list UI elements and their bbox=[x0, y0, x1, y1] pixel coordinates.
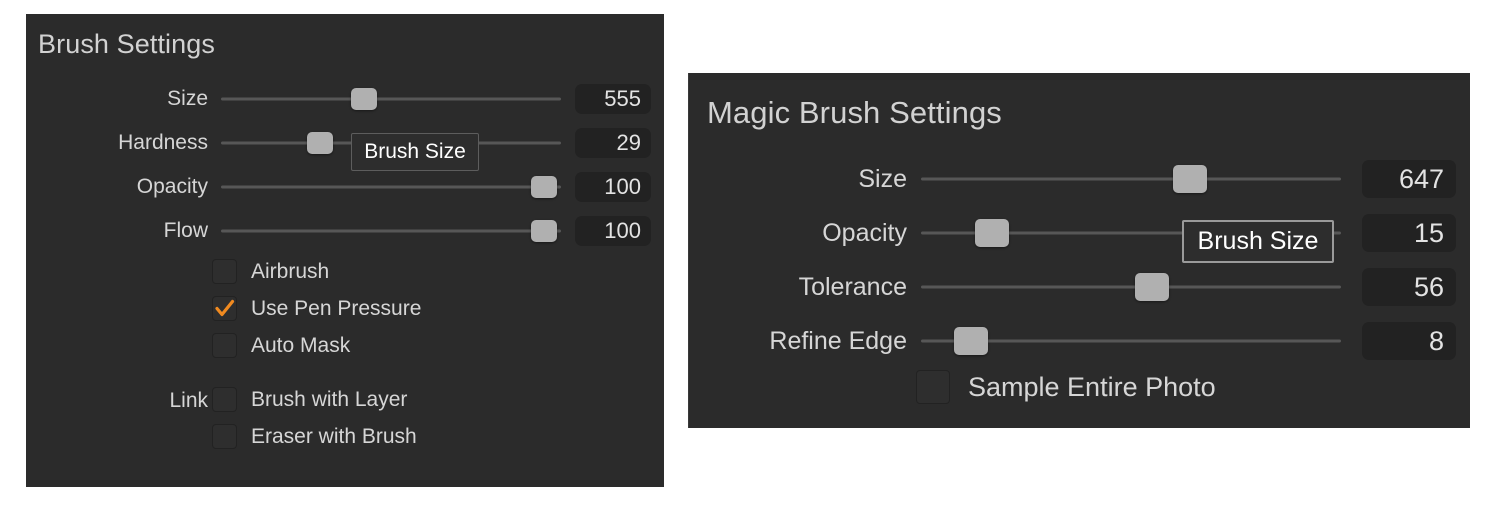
slider-track-flow[interactable] bbox=[221, 216, 561, 246]
checkbox-airbrush[interactable] bbox=[212, 259, 237, 284]
checkbox-label-auto-mask: Auto Mask bbox=[251, 333, 351, 357]
checkbox-sample-entire-photo[interactable] bbox=[916, 370, 950, 404]
brush-settings-panel: Brush Settings Size 555 Hardness 29 Opac… bbox=[26, 14, 664, 487]
checkbox-row-eraser-with-brush[interactable]: Eraser with Brush bbox=[212, 424, 417, 449]
slider-row-hardness: Hardness bbox=[38, 128, 561, 158]
slider-row-flow: Flow bbox=[38, 216, 561, 246]
checkbox-label-brush-with-layer: Brush with Layer bbox=[251, 387, 408, 411]
checkmark-icon bbox=[215, 299, 235, 317]
checkbox-label-sample-entire-photo: Sample Entire Photo bbox=[968, 371, 1216, 402]
slider-thumb-hardness[interactable] bbox=[306, 132, 333, 154]
slider-row-size: Size bbox=[38, 84, 561, 114]
checkbox-row-sample-entire-photo[interactable]: Sample Entire Photo bbox=[916, 370, 1216, 404]
checkbox-row-airbrush[interactable]: Airbrush bbox=[212, 259, 329, 284]
value-box-hardness[interactable]: 29 bbox=[575, 128, 651, 158]
slider-thumb-size[interactable] bbox=[350, 88, 377, 110]
slider-row-opacity: Opacity bbox=[38, 172, 561, 202]
brush-size-tooltip-right: Brush Size bbox=[1182, 220, 1334, 263]
magic-slider-row-size: Size bbox=[707, 162, 1341, 196]
magic-value-box-opacity[interactable]: 15 bbox=[1362, 214, 1456, 252]
checkbox-row-brush-with-layer[interactable]: Brush with Layer bbox=[212, 387, 407, 412]
magic-slider-track-fill-tolerance bbox=[921, 285, 1341, 289]
magic-slider-row-tolerance: Tolerance bbox=[707, 270, 1341, 304]
magic-slider-label-refine-edge: Refine Edge bbox=[769, 326, 907, 355]
checkbox-label-eraser-with-brush: Eraser with Brush bbox=[251, 424, 417, 448]
magic-value-box-tolerance[interactable]: 56 bbox=[1362, 268, 1456, 306]
value-box-size[interactable]: 555 bbox=[575, 84, 651, 114]
value-box-opacity[interactable]: 100 bbox=[575, 172, 651, 202]
slider-track-fill-size bbox=[221, 97, 561, 101]
checkbox-row-use-pen-pressure[interactable]: Use Pen Pressure bbox=[212, 296, 421, 321]
magic-slider-track-tolerance[interactable] bbox=[921, 270, 1341, 304]
magic-brush-settings-panel: Magic Brush Settings Size 647 Opacity 15… bbox=[688, 73, 1470, 428]
magic-slider-thumb-opacity[interactable] bbox=[975, 219, 1010, 247]
slider-label-flow: Flow bbox=[163, 219, 208, 242]
checkbox-use-pen-pressure[interactable] bbox=[212, 296, 237, 321]
link-group-label: Link bbox=[169, 389, 208, 412]
slider-thumb-opacity[interactable] bbox=[531, 176, 557, 198]
slider-label-size: Size bbox=[167, 87, 208, 110]
value-box-flow[interactable]: 100 bbox=[575, 216, 651, 246]
slider-label-opacity: Opacity bbox=[136, 175, 208, 198]
magic-slider-track-refine-edge[interactable] bbox=[921, 324, 1341, 358]
checkbox-row-auto-mask[interactable]: Auto Mask bbox=[212, 333, 350, 358]
magic-slider-thumb-refine-edge[interactable] bbox=[954, 327, 989, 355]
slider-track-fill-opacity bbox=[221, 185, 561, 189]
magic-slider-label-size: Size bbox=[858, 164, 907, 193]
checkbox-label-airbrush: Airbrush bbox=[251, 259, 330, 283]
magic-brush-settings-title: Magic Brush Settings bbox=[707, 95, 1002, 130]
brush-settings-title: Brush Settings bbox=[38, 29, 215, 59]
magic-slider-track-fill-size bbox=[921, 177, 1341, 181]
checkbox-eraser-with-brush[interactable] bbox=[212, 424, 237, 449]
checkbox-label-use-pen-pressure: Use Pen Pressure bbox=[251, 296, 422, 320]
magic-value-box-size[interactable]: 647 bbox=[1362, 160, 1456, 198]
magic-value-box-refine-edge[interactable]: 8 bbox=[1362, 322, 1456, 360]
magic-slider-label-tolerance: Tolerance bbox=[798, 272, 907, 301]
magic-slider-row-refine-edge: Refine Edge bbox=[707, 324, 1341, 358]
checkbox-auto-mask[interactable] bbox=[212, 333, 237, 358]
slider-thumb-flow[interactable] bbox=[531, 220, 557, 242]
brush-size-tooltip-left: Brush Size bbox=[351, 133, 479, 171]
checkbox-brush-with-layer[interactable] bbox=[212, 387, 237, 412]
slider-track-opacity[interactable] bbox=[221, 172, 561, 202]
slider-track-size[interactable] bbox=[221, 84, 561, 114]
magic-slider-label-opacity: Opacity bbox=[822, 218, 907, 247]
slider-label-hardness: Hardness bbox=[118, 131, 208, 154]
magic-slider-thumb-tolerance[interactable] bbox=[1135, 273, 1169, 301]
magic-slider-thumb-size[interactable] bbox=[1172, 165, 1207, 193]
slider-track-fill-flow bbox=[221, 229, 561, 233]
magic-slider-track-size[interactable] bbox=[921, 162, 1341, 196]
